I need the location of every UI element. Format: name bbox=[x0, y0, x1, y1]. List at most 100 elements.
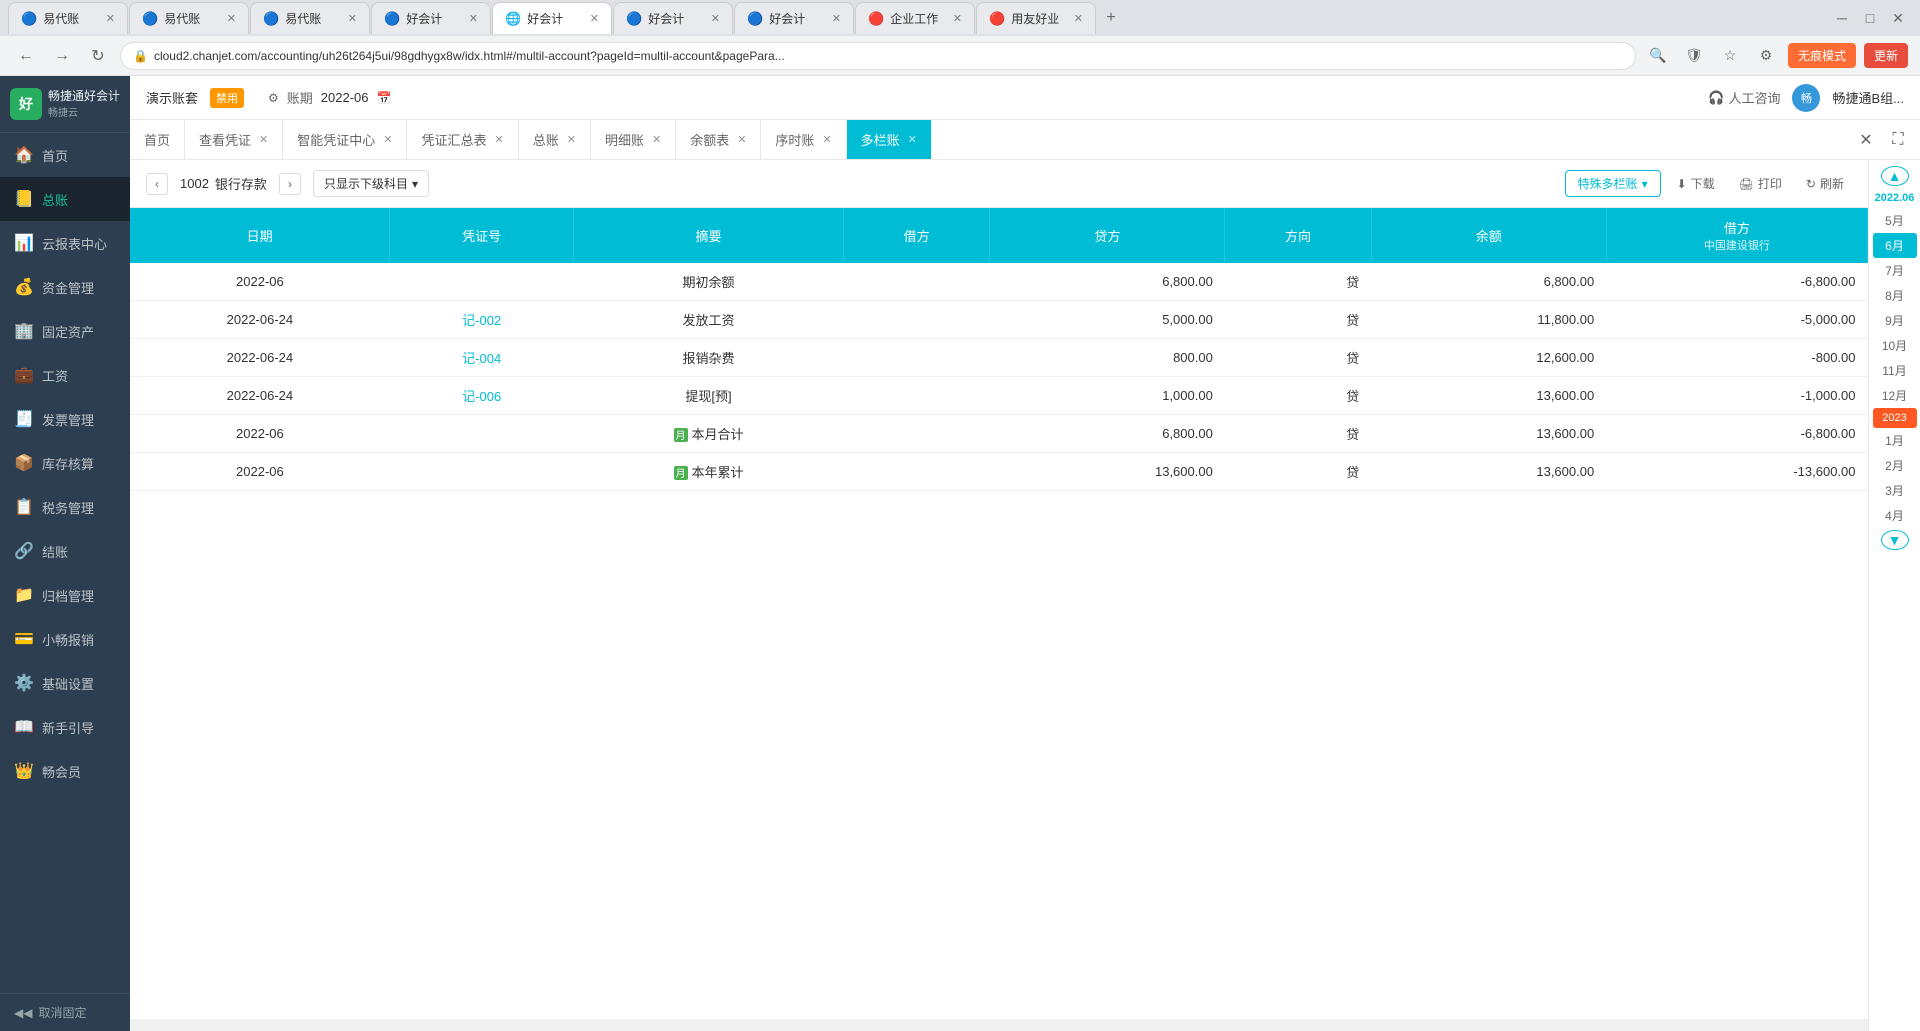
page-tab-home[interactable]: 首页 bbox=[130, 120, 185, 160]
page-tab-voucher-summary-close[interactable]: ✕ bbox=[495, 133, 504, 146]
sidebar-item-expense[interactable]: 💳 小畅报销 bbox=[0, 617, 130, 661]
calendar-scroll-up[interactable]: ▲ bbox=[1881, 166, 1909, 186]
bookmark-icon[interactable]: ☆ bbox=[1716, 42, 1744, 70]
special-multi-column-button[interactable]: 特殊多栏账 ▾ bbox=[1565, 170, 1661, 197]
sidebar-item-invoice[interactable]: 🧾 发票管理 bbox=[0, 397, 130, 441]
cal-month-2023-1[interactable]: 1月 bbox=[1873, 428, 1917, 453]
cal-month-9[interactable]: 9月 bbox=[1873, 308, 1917, 333]
sidebar-item-inventory[interactable]: 📦 库存核算 bbox=[0, 441, 130, 485]
page-tab-detail-ledger-close[interactable]: ✕ bbox=[652, 133, 661, 146]
tab-close-4[interactable]: ✕ bbox=[469, 12, 478, 25]
page-tab-general-ledger-close[interactable]: ✕ bbox=[567, 133, 576, 146]
tab-close-8[interactable]: ✕ bbox=[953, 12, 962, 25]
cal-month-7[interactable]: 7月 bbox=[1873, 258, 1917, 283]
tab-7[interactable]: 🔵 好会计 ✕ bbox=[734, 2, 854, 34]
download-button[interactable]: ⬇ 下载 bbox=[1669, 171, 1723, 196]
sidebar-item-reports[interactable]: 📊 云报表中心 bbox=[0, 221, 130, 265]
tab-close-5[interactable]: ✕ bbox=[590, 12, 599, 25]
tab-6[interactable]: 🔵 好会计 ✕ bbox=[613, 2, 733, 34]
sidebar-pin-toggle[interactable]: ◀◀ 取消固定 bbox=[0, 993, 130, 1031]
sidebar-item-assets[interactable]: 🏢 固定资产 bbox=[0, 309, 130, 353]
calendar-scroll-down[interactable]: ▼ bbox=[1881, 530, 1909, 550]
gengxin-button[interactable]: 更新 bbox=[1864, 43, 1908, 68]
page-tab-smart-voucher-close[interactable]: ✕ bbox=[383, 133, 392, 146]
cal-month-10[interactable]: 10月 bbox=[1873, 333, 1917, 358]
sidebar-item-funds[interactable]: 💰 资金管理 bbox=[0, 265, 130, 309]
page-tab-smart-voucher[interactable]: 智能凭证中心 ✕ bbox=[283, 120, 407, 160]
tab-4[interactable]: 🔵 好会计 ✕ bbox=[371, 2, 491, 34]
sidebar-item-home[interactable]: 🏠 首页 bbox=[0, 133, 130, 177]
cal-year-2023-badge[interactable]: 2023 bbox=[1873, 408, 1917, 428]
sidebar-item-settings[interactable]: ⚙️ 基础设置 bbox=[0, 661, 130, 705]
horizontal-scrollbar[interactable] bbox=[130, 1019, 1868, 1031]
tab-close-2[interactable]: ✕ bbox=[227, 12, 236, 25]
tab-5[interactable]: 🌐 好会计 ✕ bbox=[492, 2, 612, 34]
cal-month-6[interactable]: 6月 bbox=[1873, 233, 1917, 258]
tab-1[interactable]: 🔵 易代账 ✕ bbox=[8, 2, 128, 34]
tab-close-7[interactable]: ✕ bbox=[832, 12, 841, 25]
tab-3[interactable]: 🔵 易代账 ✕ bbox=[250, 2, 370, 34]
tab-close-panel-button[interactable]: ✕ bbox=[1852, 126, 1880, 154]
tab-close-6[interactable]: ✕ bbox=[711, 12, 720, 25]
page-tab-detail-ledger[interactable]: 明细账 ✕ bbox=[591, 120, 676, 160]
tab-8[interactable]: 🔴 企业工作 ✕ bbox=[855, 2, 975, 34]
page-tab-voucher-close[interactable]: ✕ bbox=[259, 133, 268, 146]
cal-month-8[interactable]: 8月 bbox=[1873, 283, 1917, 308]
minimize-button[interactable]: ─ bbox=[1828, 4, 1856, 32]
cal-month-2023-2[interactable]: 2月 bbox=[1873, 453, 1917, 478]
sidebar-item-salary[interactable]: 💼 工资 bbox=[0, 353, 130, 397]
archive-icon: 📁 bbox=[14, 585, 34, 605]
cell-voucher[interactable]: 记-006 bbox=[390, 377, 574, 415]
cal-month-11[interactable]: 11月 bbox=[1873, 358, 1917, 383]
url-bar[interactable]: 🔒 cloud2.chanjet.com/accounting/uh26t264… bbox=[120, 42, 1636, 70]
cal-month-12[interactable]: 12月 bbox=[1873, 383, 1917, 408]
page-tab-voucher-summary[interactable]: 凭证汇总表 ✕ bbox=[407, 120, 518, 160]
calendar-icon[interactable]: 📅 bbox=[377, 91, 392, 105]
page-tab-balance-close[interactable]: ✕ bbox=[737, 133, 746, 146]
cal-month-2023-4[interactable]: 4月 bbox=[1873, 503, 1917, 528]
user-avatar: 畅 bbox=[1792, 84, 1820, 112]
close-button[interactable]: ✕ bbox=[1884, 4, 1912, 32]
col-balance: 余额 bbox=[1371, 208, 1606, 263]
page-tab-balance[interactable]: 余额表 ✕ bbox=[676, 120, 761, 160]
consultation-button[interactable]: 🎧 人工咨询 bbox=[1708, 88, 1780, 107]
sidebar-item-guide[interactable]: 📖 新手引导 bbox=[0, 705, 130, 749]
tab-close-1[interactable]: ✕ bbox=[106, 12, 115, 25]
print-button[interactable]: 🖨 打印 bbox=[1731, 171, 1790, 196]
page-tab-sequential[interactable]: 序时账 ✕ bbox=[761, 120, 846, 160]
tab-2[interactable]: 🔵 易代账 ✕ bbox=[129, 2, 249, 34]
cell-voucher[interactable]: 记-002 bbox=[390, 301, 574, 339]
cal-month-5[interactable]: 5月 bbox=[1873, 208, 1917, 233]
back-button[interactable]: ← bbox=[12, 42, 40, 70]
prev-account-button[interactable]: ‹ bbox=[146, 173, 168, 195]
extension-icon[interactable]: ⚙ bbox=[1752, 42, 1780, 70]
tab-close-3[interactable]: ✕ bbox=[348, 12, 357, 25]
search-icon[interactable]: 🔍 bbox=[1644, 42, 1672, 70]
sidebar-item-member[interactable]: 👑 畅会员 bbox=[0, 749, 130, 793]
sidebar-item-tax[interactable]: 📋 税务管理 bbox=[0, 485, 130, 529]
page-tab-multi-column[interactable]: 多栏账 ✕ bbox=[847, 120, 932, 160]
page-tab-voucher[interactable]: 查看凭证 ✕ bbox=[185, 120, 283, 160]
tab-9[interactable]: 🔴 用友好业 ✕ bbox=[976, 2, 1096, 34]
new-tab-button[interactable]: + bbox=[1097, 4, 1125, 32]
filter-dropdown[interactable]: 只显示下级科目 ▾ bbox=[313, 170, 429, 197]
refresh-browser-button[interactable]: ↻ bbox=[84, 42, 112, 70]
gear-icon[interactable]: ⚙ bbox=[268, 91, 279, 105]
period-value: 2022-06 bbox=[321, 90, 369, 105]
sidebar-item-close[interactable]: 🔗 结账 bbox=[0, 529, 130, 573]
page-tab-sequential-close[interactable]: ✕ bbox=[822, 133, 831, 146]
security-icon[interactable]: 🛡 bbox=[1680, 42, 1708, 70]
next-account-button[interactable]: › bbox=[279, 173, 301, 195]
maximize-button[interactable]: □ bbox=[1856, 4, 1884, 32]
sidebar-item-archive[interactable]: 📁 归档管理 bbox=[0, 573, 130, 617]
wumojishi-button[interactable]: 无痕模式 bbox=[1788, 43, 1856, 68]
page-tab-multi-column-close[interactable]: ✕ bbox=[908, 133, 917, 146]
cal-month-2023-3[interactable]: 3月 bbox=[1873, 478, 1917, 503]
page-tab-general-ledger[interactable]: 总账 ✕ bbox=[519, 120, 591, 160]
tab-close-9[interactable]: ✕ bbox=[1074, 12, 1083, 25]
forward-button[interactable]: → bbox=[48, 42, 76, 70]
cell-voucher[interactable]: 记-004 bbox=[390, 339, 574, 377]
refresh-ledger-button[interactable]: ↻ 刷新 bbox=[1798, 171, 1852, 196]
sidebar-item-ledger[interactable]: 📒 总账 bbox=[0, 177, 130, 221]
tab-expand-button[interactable]: ⛶ bbox=[1884, 126, 1912, 154]
